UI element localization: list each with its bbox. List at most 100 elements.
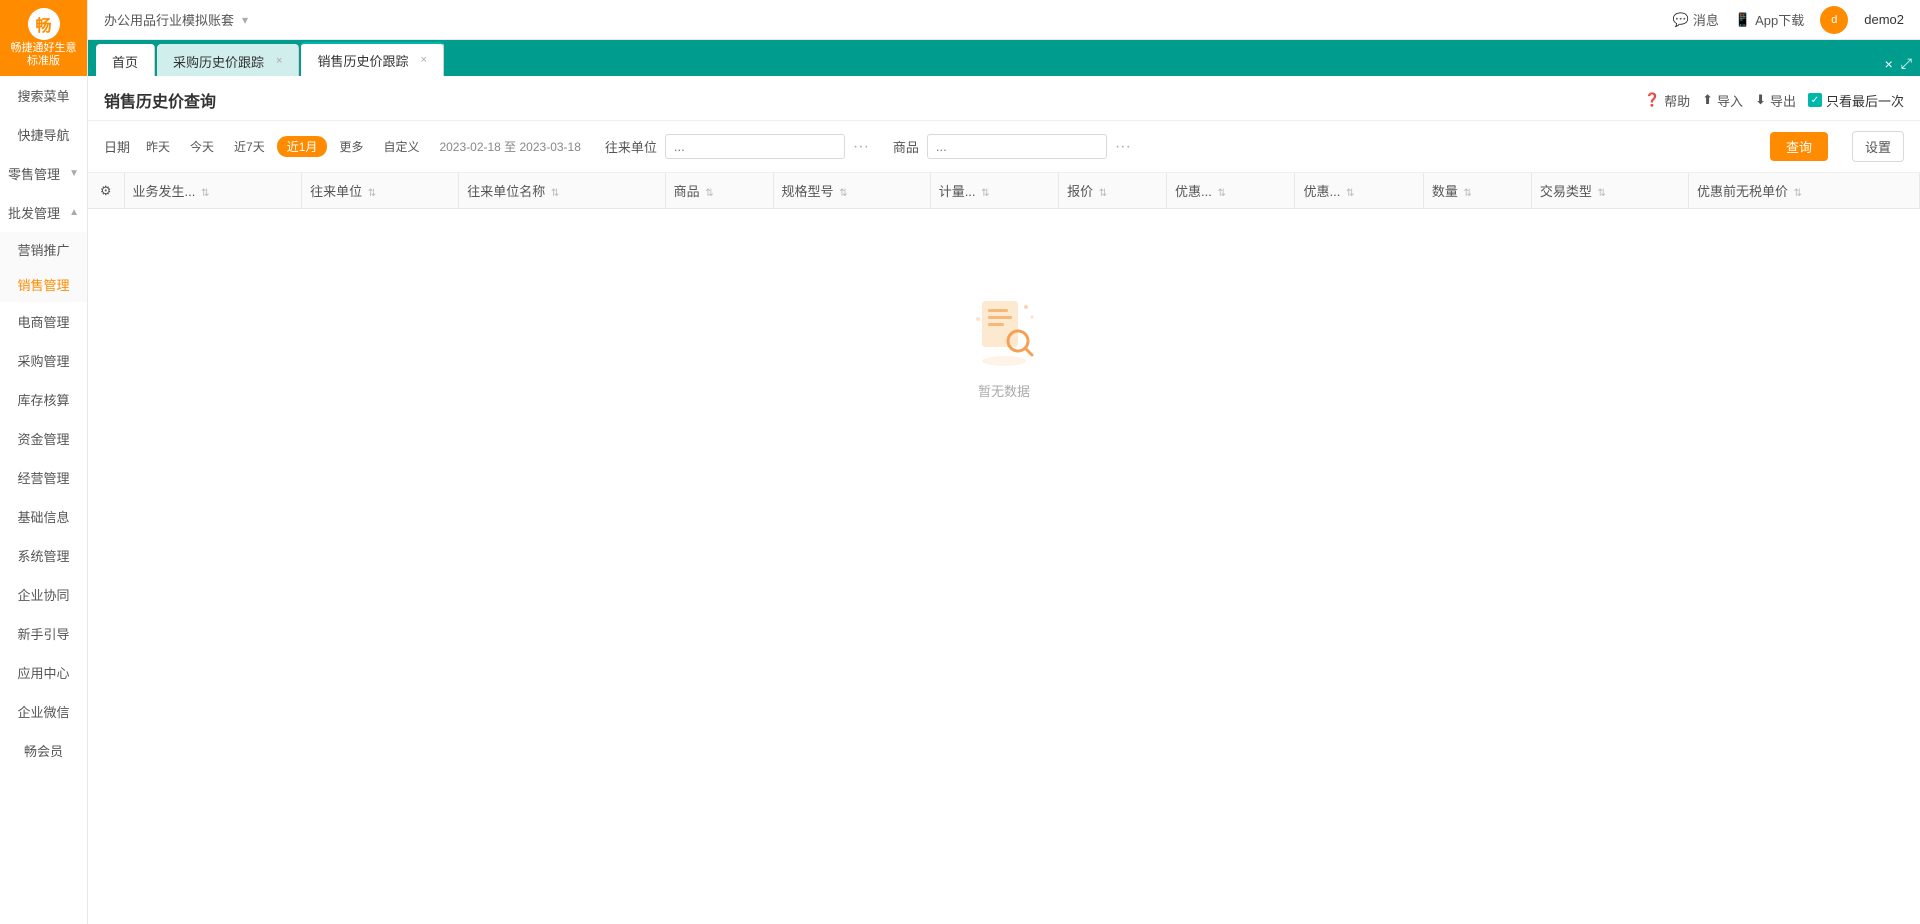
sidebar-item-sales-mgmt[interactable]: 销售管理 (0, 267, 87, 302)
col-settings[interactable]: ⚙ (88, 173, 124, 209)
partner-input[interactable] (665, 134, 845, 159)
col-qty[interactable]: 数量 ⇅ (1423, 173, 1531, 209)
date-btn-custom[interactable]: 自定义 (375, 136, 427, 157)
col-trade-type[interactable]: 交易类型 ⇅ (1531, 173, 1688, 209)
goods-input[interactable] (927, 134, 1107, 159)
app-dropdown-icon[interactable]: ▾ (242, 13, 248, 27)
date-range-text: 2023-02-18 至 2023-03-18 (439, 138, 580, 155)
help-icon: ❓ (1644, 92, 1660, 108)
message-icon: 💬 (1673, 12, 1689, 28)
date-label: 日期 (104, 137, 130, 156)
partner-label: 往来单位 (605, 137, 657, 156)
col-goods[interactable]: 商品 ⇅ (665, 173, 773, 209)
date-btn-today[interactable]: 今天 (182, 136, 222, 157)
col-discount1[interactable]: 优惠... ⇅ (1167, 173, 1295, 209)
tab-sales-history[interactable]: 销售历史价跟踪 × (301, 42, 443, 76)
close-window-button[interactable]: × (1885, 56, 1893, 72)
date-btn-yesterday[interactable]: 昨天 (138, 136, 178, 157)
goods-label: 商品 (893, 137, 919, 156)
date-btn-more[interactable]: 更多 (331, 136, 371, 157)
col-pretax-price[interactable]: 优惠前无税单价 ⇅ (1688, 173, 1919, 209)
content-header-right: ❓ 帮助 ⬆ 导入 ⬇ 导出 只看最后一次 (1644, 91, 1904, 110)
logo-text: 畅捷通好生意标准版 (11, 42, 77, 68)
sidebar-item-wechat[interactable]: 企业微信 (0, 692, 87, 731)
sidebar-item-operation[interactable]: 经营管理 (0, 458, 87, 497)
col-price[interactable]: 报价 ⇅ (1059, 173, 1167, 209)
app-download-button[interactable]: 📱 App下载 (1735, 10, 1804, 29)
export-button[interactable]: ⬇ 导出 (1755, 91, 1796, 110)
sidebar-logo[interactable]: 畅 畅捷通好生意标准版 (0, 0, 87, 76)
chevron-up-icon: ▲ (69, 207, 79, 218)
sort-icon-price: ⇅ (1099, 188, 1107, 199)
partner-more-icon[interactable]: ··· (853, 138, 869, 156)
col-spec[interactable]: 规格型号 ⇅ (773, 173, 930, 209)
tab-bar: 首页 采购历史价跟踪 × 销售历史价跟踪 × × ⤢ (88, 40, 1920, 76)
empty-text: 暂无数据 (978, 381, 1030, 400)
page-title: 销售历史价查询 (104, 88, 216, 112)
sidebar-item-enterprise[interactable]: 企业协同 (0, 575, 87, 614)
sidebar-item-search[interactable]: 搜索菜单 (0, 76, 87, 115)
logo-icon: 畅 (28, 8, 60, 40)
date-btn-7days[interactable]: 近7天 (226, 136, 273, 157)
date-btn-1month[interactable]: 近1月 (277, 136, 328, 157)
content-area: 销售历史价查询 ❓ 帮助 ⬆ 导入 ⬇ 导出 只看最后一次 (88, 76, 1920, 924)
sidebar-item-system[interactable]: 系统管理 (0, 536, 87, 575)
sort-icon-partner-code: ⇅ (368, 188, 376, 199)
sidebar-item-finance[interactable]: 资金管理 (0, 419, 87, 458)
checkbox-icon (1808, 93, 1822, 107)
sidebar-item-quick-nav[interactable]: 快捷导航 (0, 115, 87, 154)
sort-icon-qty: ⇅ (1464, 188, 1472, 199)
col-unit[interactable]: 计量... ⇅ (930, 173, 1058, 209)
content-header: 销售历史价查询 ❓ 帮助 ⬆ 导入 ⬇ 导出 只看最后一次 (88, 76, 1920, 121)
table-area: ⚙ 业务发生... ⇅ 往来单位 ⇅ 往来单位名称 ⇅ (88, 173, 1920, 924)
sidebar-item-basic[interactable]: 基础信息 (0, 497, 87, 536)
sort-icon-unit: ⇅ (981, 188, 989, 199)
sort-icon-spec: ⇅ (839, 188, 847, 199)
sidebar: 畅 畅捷通好生意标准版 搜索菜单 快捷导航 零售管理 ▼ 批发管理 ▲ 营销推广… (0, 0, 88, 924)
sort-icon-trade-type: ⇅ (1597, 188, 1605, 199)
filter-row: 日期 昨天 今天 近7天 近1月 更多 自定义 2023-02-18 至 202… (88, 121, 1920, 173)
sidebar-item-ecommerce[interactable]: 电商管理 (0, 302, 87, 341)
partner-filter-group: 往来单位 ··· (605, 134, 869, 159)
date-buttons: 昨天 今天 近7天 近1月 更多 自定义 (138, 136, 427, 157)
col-partner-name[interactable]: 往来单位名称 ⇅ (459, 173, 665, 209)
help-button[interactable]: ❓ 帮助 (1644, 91, 1690, 110)
sidebar-item-appstore[interactable]: 应用中心 (0, 653, 87, 692)
message-button[interactable]: 💬 消息 (1673, 10, 1719, 29)
sort-icon-pretax-price: ⇅ (1794, 188, 1802, 199)
tab-close-purchase[interactable]: × (276, 55, 282, 67)
sidebar-item-purchase[interactable]: 采购管理 (0, 341, 87, 380)
import-button[interactable]: ⬆ 导入 (1702, 91, 1743, 110)
settings-button[interactable]: 设置 (1852, 131, 1904, 162)
query-button[interactable]: 查询 (1770, 132, 1828, 161)
only-last-checkbox[interactable]: 只看最后一次 (1808, 91, 1904, 110)
user-avatar[interactable]: d (1820, 6, 1848, 34)
empty-state: 暂无数据 (88, 209, 1920, 480)
user-name[interactable]: demo2 (1864, 12, 1904, 27)
settings-col-icon: ⚙ (100, 183, 112, 198)
import-icon: ⬆ (1702, 92, 1713, 108)
empty-icon (964, 289, 1044, 369)
sidebar-item-member[interactable]: 畅会员 (0, 731, 87, 770)
sidebar-item-guide[interactable]: 新手引导 (0, 614, 87, 653)
col-partner-code[interactable]: 往来单位 ⇅ (302, 173, 459, 209)
tab-home[interactable]: 首页 (96, 44, 155, 76)
sort-icon-discount1: ⇅ (1218, 188, 1226, 199)
sidebar-item-wholesale[interactable]: 批发管理 ▲ (0, 193, 87, 232)
sidebar-item-retail[interactable]: 零售管理 ▼ (0, 154, 87, 193)
main-area: 办公用品行业模拟账套 ▾ 💬 消息 📱 App下载 d demo2 首页 采购历… (88, 0, 1920, 924)
sort-icon-goods: ⇅ (705, 188, 713, 199)
tab-close-sales[interactable]: × (420, 54, 426, 66)
sidebar-item-inventory[interactable]: 库存核算 (0, 380, 87, 419)
col-biz-date[interactable]: 业务发生... ⇅ (124, 173, 302, 209)
col-discount2[interactable]: 优惠... ⇅ (1295, 173, 1423, 209)
goods-input-wrapper: ··· (927, 134, 1131, 159)
fullscreen-button[interactable]: ⤢ (1901, 55, 1912, 72)
top-header: 办公用品行业模拟账套 ▾ 💬 消息 📱 App下载 d demo2 (88, 0, 1920, 40)
tab-purchase-history[interactable]: 采购历史价跟踪 × (157, 44, 299, 76)
app-title: 办公用品行业模拟账套 (104, 10, 234, 29)
data-table: ⚙ 业务发生... ⇅ 往来单位 ⇅ 往来单位名称 ⇅ (88, 173, 1920, 209)
sidebar-item-marketing[interactable]: 营销推广 (0, 232, 87, 267)
goods-more-icon[interactable]: ··· (1115, 138, 1131, 156)
export-icon: ⬇ (1755, 92, 1766, 108)
